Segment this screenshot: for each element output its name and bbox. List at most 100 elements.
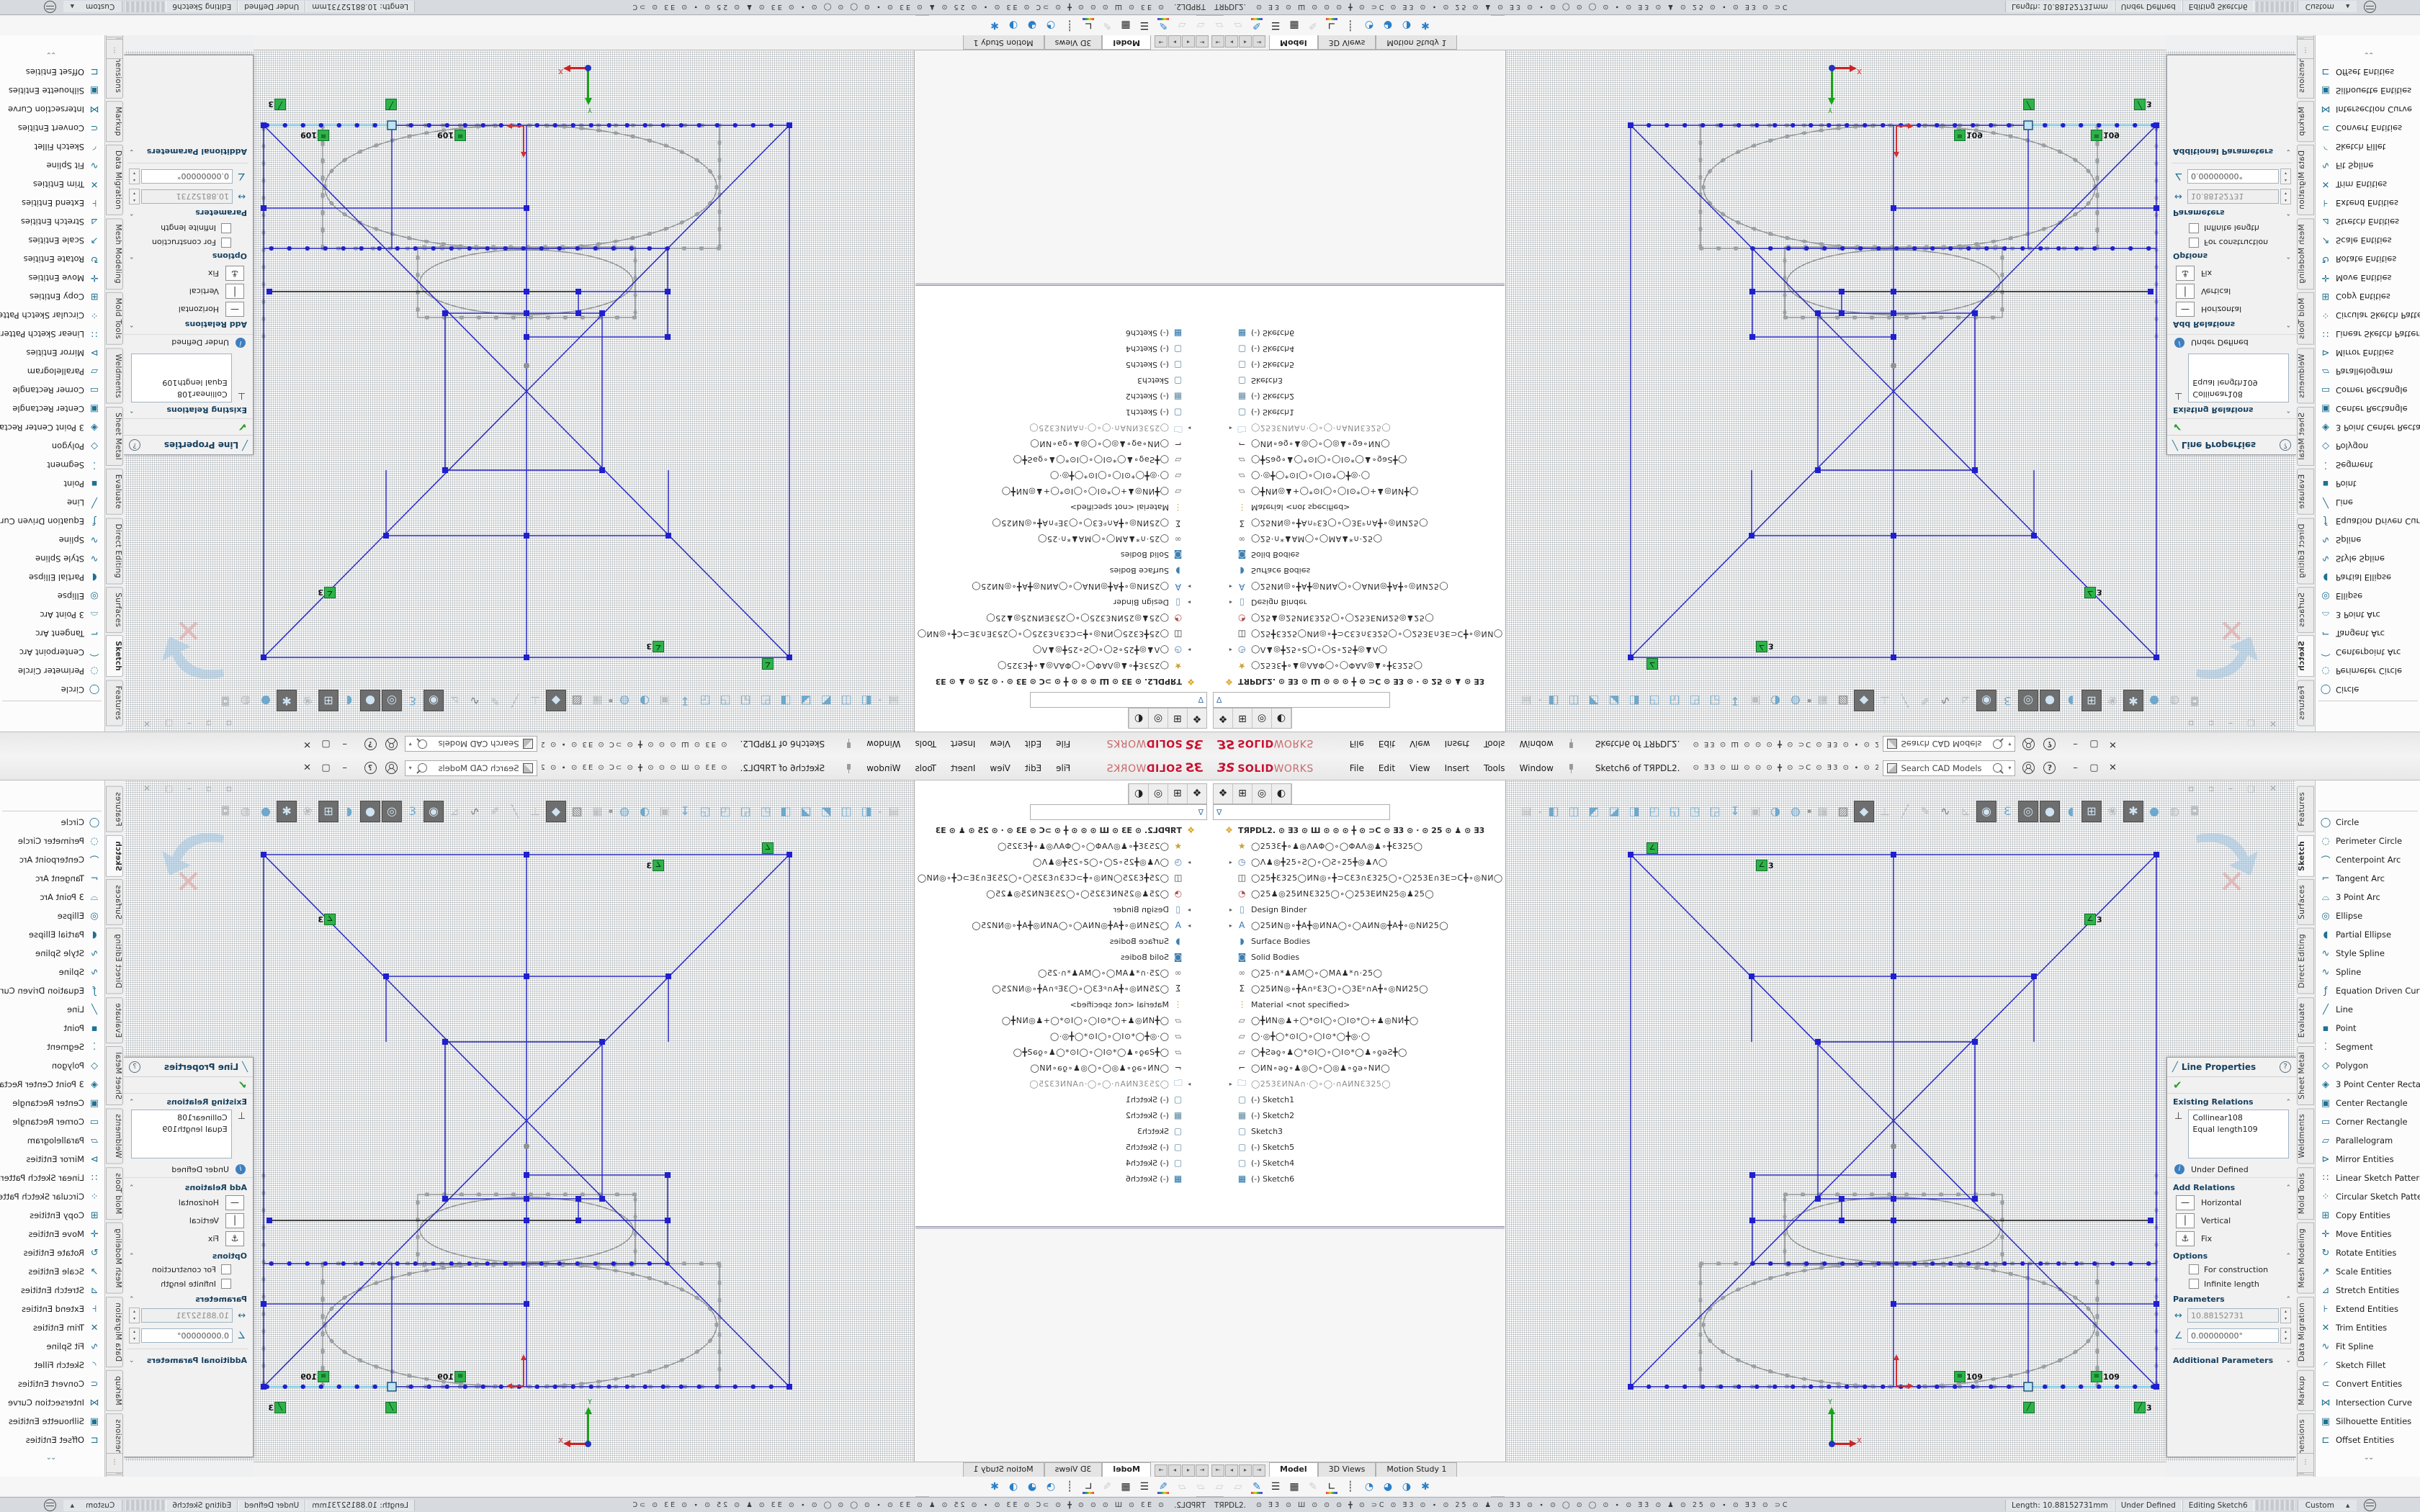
heads-up-icon[interactable]: ╱	[1896, 690, 1914, 711]
view-tab[interactable]: Motion Study 1	[1376, 35, 1457, 50]
bottom-tool-icon[interactable]: ✎	[1247, 1481, 1266, 1493]
command-tab[interactable]: Features	[2297, 786, 2314, 832]
relation-badge[interactable]: ∠	[1646, 842, 1659, 854]
bottom-tool-icon[interactable]: ◕	[1379, 1481, 1397, 1493]
tree-item[interactable]: ◔ ◯25♟◎25ИNƐ325◯∘◯253EИN25◎♟25◯	[915, 611, 1210, 626]
heads-up-icon[interactable]: ◆	[546, 690, 566, 711]
heads-up-icon[interactable]: ❀	[2103, 801, 2122, 822]
palette-tool[interactable]: ƒ Equation Driven Curve	[0, 981, 104, 1000]
close-button[interactable]: ✕	[298, 762, 317, 773]
command-tab[interactable]: Markup	[2297, 102, 2314, 143]
command-tab[interactable]: Sketch	[106, 636, 123, 678]
tree-item[interactable]: ▱ ◯╋Ƨǝƍ∘♟◯*⊙I◯∘◯I⊙*◯♟∘ƍǝƧ╋◯	[1210, 1044, 1505, 1060]
menu-item[interactable]: Window	[859, 737, 908, 752]
heads-up-icon[interactable]: ◘	[216, 690, 235, 711]
heads-up-icon[interactable]: ❀	[298, 801, 317, 822]
palette-tool[interactable]: ▱ Parallelogram	[2316, 362, 2420, 381]
heads-up-icon[interactable]: ⊥	[1876, 690, 1894, 711]
heads-up-icon[interactable]: ◎	[382, 801, 402, 822]
panel-tab[interactable]: ◐	[1272, 708, 1291, 728]
tree-item[interactable]: ⋮ Material <not specified>	[1210, 500, 1505, 516]
add-relation-button[interactable]: │ Vertical	[123, 1212, 253, 1230]
tree-item[interactable]: ▱ ◯╋Ƨǝƍ∘♟◯*⊙I◯∘◯I⊙*◯♟∘ƍǝƧ╋◯	[1210, 452, 1505, 468]
palette-tool[interactable]: ⋈ Intersection Curve	[2316, 1393, 2420, 1412]
cancel-sketch-icon[interactable]: ✕	[2218, 611, 2245, 648]
length-field[interactable]: 10.88152731	[2187, 1308, 2279, 1323]
command-tab[interactable]: Weldments	[106, 348, 123, 403]
palette-tool[interactable]: ⁚ Segment	[2316, 456, 2420, 474]
heads-up-icon[interactable]: ◘	[2185, 690, 2204, 711]
heads-up-icon[interactable]: ●	[256, 801, 275, 822]
command-tab[interactable]: Weldments	[2297, 348, 2314, 403]
palette-tool[interactable]: ✕ Trim Entities	[2316, 1318, 2420, 1337]
heads-up-icon[interactable]: ❀	[2103, 690, 2122, 711]
command-tab[interactable]: Features	[106, 680, 123, 726]
heads-up-icon[interactable]: ∿	[1936, 801, 1955, 822]
tree-item[interactable]: ▢ (-) Sketch4	[1210, 341, 1505, 357]
menu-item[interactable]: Edit	[1018, 737, 1049, 752]
heads-up-icon[interactable]: ▣	[655, 690, 674, 711]
bottom-tool-icon[interactable]: ◕	[1023, 1481, 1041, 1493]
checkbox[interactable]	[221, 1264, 231, 1274]
globe-icon[interactable]	[44, 1499, 56, 1511]
view-tab[interactable]: 3D Views	[1318, 1462, 1376, 1477]
command-tab[interactable]: Mold Tools	[106, 292, 123, 345]
expand-arrow-icon[interactable]: ▸	[1226, 584, 1236, 590]
heads-up-icon[interactable]: ⊞	[2081, 801, 2102, 822]
heads-up-icon[interactable]: ◘	[216, 801, 235, 822]
heads-up-icon[interactable]: ◳	[716, 690, 735, 711]
collapse-icon[interactable]: ⌃	[2285, 210, 2291, 217]
heads-up-icon[interactable]: ▨	[1834, 690, 1852, 711]
tree-item[interactable]: ◙ Solid Bodies	[1210, 949, 1505, 965]
tree-item[interactable]: ▢ (-) Sketch4	[1210, 1155, 1505, 1171]
palette-tool[interactable]: ▭ Corner Rectangle	[2316, 1112, 2420, 1131]
tree-item[interactable]: Σ ◯25ИN◎∘╋A∩ᵖƐ3◯∘◯3Eᵖ∩A╋∘◎NИ25◯	[915, 516, 1210, 531]
relation-badge[interactable]: ∠	[761, 842, 774, 854]
palette-tool[interactable]: ⊞ Copy Entities	[0, 1206, 104, 1225]
tree-item[interactable]: ❖ TЯPDL2. ⊙ Ǝ3 ⊙ Ш ⊙ ⊙ ⊙ ╋ ⊙ ⊃C ⊙ Ǝ3 ⊙ ∙…	[915, 822, 1210, 838]
tree-item[interactable]: ◔ ◯25♟◎25ИNƐ325◯∘◯253EИN25◎♟25◯	[1210, 611, 1505, 626]
minimize-button[interactable]: –	[336, 739, 354, 750]
toolbar-overflow-button[interactable]: ⋮	[2297, 39, 2314, 59]
heads-up-icon[interactable]: ●	[360, 690, 380, 711]
collapse-icon[interactable]: ⌃	[2285, 407, 2291, 414]
search-box[interactable]: Search CAD Models ▾	[405, 737, 537, 752]
palette-tool[interactable]: ▪ Point	[0, 1019, 104, 1038]
tree-item[interactable]: ∞ ◯25·∩*♟AM◯∘◯MA♟*∩·25◯	[915, 531, 1210, 547]
bottom-tool-icon[interactable]: ◔	[1360, 20, 1379, 32]
heads-up-icon[interactable]: ◳	[716, 801, 735, 822]
tree-item[interactable]: ◔ ◯25♟◎25ИNƐ325◯∘◯253EИN25◎♟25◯	[915, 886, 1210, 901]
palette-tool[interactable]: ✕ Trim Entities	[0, 1318, 104, 1337]
palette-tool[interactable]: ∿ Spline	[0, 531, 104, 549]
palette-tool[interactable]: ∷ Linear Sketch Pattern	[0, 325, 104, 343]
length-field[interactable]: 10.88152731	[2187, 189, 2279, 204]
bottom-tool-icon[interactable]: ∟	[1079, 20, 1098, 32]
bottom-tool-icon[interactable]: ▱	[1173, 1481, 1191, 1493]
relation-badge[interactable]: ╱3	[268, 99, 286, 110]
length-spinner[interactable]: ▴▾	[2280, 1308, 2291, 1323]
panel-tab[interactable]: ❖	[1187, 784, 1206, 804]
tree-item[interactable]: ▱ ◯╋Ƨǝƍ∘♟◯*⊙I◯∘◯I⊙*◯♟∘ƍǝƧ╋◯	[915, 452, 1210, 468]
palette-tool[interactable]: ∿ Fit Spline	[2316, 156, 2420, 175]
command-tab[interactable]: Mesh Modeling	[106, 218, 123, 289]
palette-tool[interactable]: ⁘ Circular Sketch Pattern	[0, 1187, 104, 1206]
heads-up-icon[interactable]: ✎	[1916, 690, 1935, 711]
heads-up-icon[interactable]: ◩	[1585, 690, 1603, 711]
palette-tool[interactable]: ◌ Perimeter Circle	[2316, 832, 2420, 850]
relation-badge[interactable]: ╱3	[268, 1402, 286, 1413]
panel-tab[interactable]: ⊞	[1168, 708, 1187, 728]
add-relation-button[interactable]: │ Vertical	[2167, 282, 2297, 300]
bottom-tool-icon[interactable]: ✎	[1154, 1481, 1173, 1493]
command-tab[interactable]: Evaluate	[2297, 997, 2314, 1043]
search-input[interactable]: Search CAD Models	[427, 739, 519, 750]
tree-item[interactable]: ❖ TЯPDL2. ⊙ Ǝ3 ⊙ Ш ⊙ ⊙ ⊙ ╋ ⊙ ⊃C ⊙ Ǝ3 ⊙ ∙…	[915, 674, 1210, 690]
heads-up-icon[interactable]: ╱	[506, 690, 524, 711]
bottom-tool-icon[interactable]: ✎	[1304, 1481, 1322, 1493]
more-tools-chevron[interactable]: ⌄⌄	[0, 1454, 104, 1462]
search-icon[interactable]	[418, 763, 427, 773]
menu-item[interactable]: Tools	[1476, 760, 1512, 776]
collapse-icon[interactable]: ⌃	[129, 1184, 135, 1192]
tree-item[interactable]: ◗ Surface Bodies	[1210, 933, 1505, 949]
palette-tool[interactable]: ◇ Polygon	[0, 1056, 104, 1075]
bottom-tool-icon[interactable]: ◔	[1041, 1481, 1060, 1493]
